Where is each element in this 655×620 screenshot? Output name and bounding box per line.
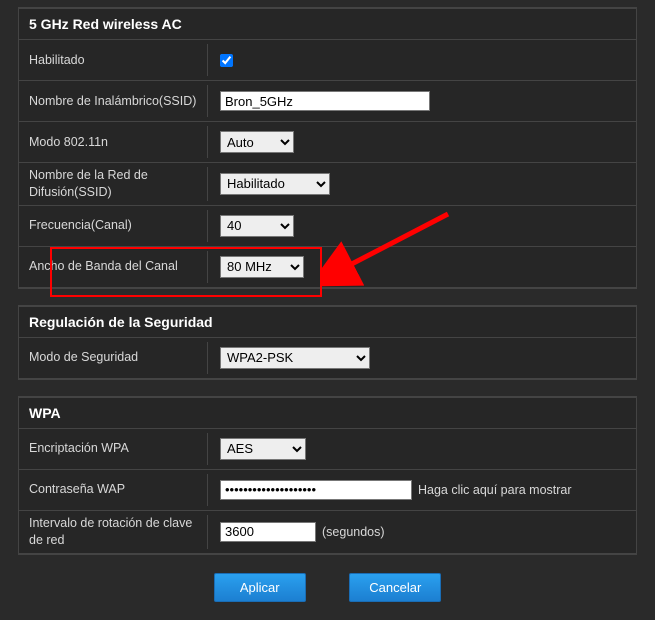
row-bandwidth: Ancho de Banda del Canal 80 MHz xyxy=(19,247,636,288)
label-bandwidth: Ancho de Banda del Canal xyxy=(19,251,208,283)
show-password-hint[interactable]: Haga clic aquí para mostrar xyxy=(418,483,572,497)
row-enabled: Habilitado xyxy=(19,40,636,81)
interval-input[interactable] xyxy=(220,522,316,542)
row-mode: Modo 802.11n Auto xyxy=(19,122,636,163)
label-mode: Modo 802.11n xyxy=(19,126,208,158)
label-secmode: Modo de Seguridad xyxy=(19,342,208,374)
password-input[interactable] xyxy=(220,480,412,500)
section-title-5ghz: 5 GHz Red wireless AC xyxy=(19,8,636,40)
channel-select[interactable]: 40 xyxy=(220,215,294,237)
encryption-select[interactable]: AES xyxy=(220,438,306,460)
label-enabled: Habilitado xyxy=(19,44,208,76)
bandwidth-select[interactable]: 80 MHz xyxy=(220,256,304,278)
security-section: Regulación de la Seguridad Modo de Segur… xyxy=(18,305,637,380)
label-channel: Frecuencia(Canal) xyxy=(19,210,208,242)
row-ssid: Nombre de Inalámbrico(SSID) xyxy=(19,81,636,122)
label-ssid: Nombre de Inalámbrico(SSID) xyxy=(19,85,208,117)
section-title-security: Regulación de la Seguridad xyxy=(19,306,636,338)
apply-button[interactable]: Aplicar xyxy=(214,573,306,602)
wpa-section: WPA Encriptación WPA AES Contraseña WAP … xyxy=(18,396,637,555)
label-broadcast: Nombre de la Red de Difusión(SSID) xyxy=(19,167,208,201)
row-channel: Frecuencia(Canal) 40 xyxy=(19,206,636,247)
row-broadcast: Nombre de la Red de Difusión(SSID) Habil… xyxy=(19,163,636,206)
row-interval: Intervalo de rotación de clave de red (s… xyxy=(19,511,636,554)
label-password: Contraseña WAP xyxy=(19,474,208,506)
row-password: Contraseña WAP Haga clic aquí para mostr… xyxy=(19,470,636,511)
cancel-button[interactable]: Cancelar xyxy=(349,573,441,602)
interval-suffix: (segundos) xyxy=(322,525,385,539)
wireless-5ghz-section: 5 GHz Red wireless AC Habilitado Nombre … xyxy=(18,7,637,289)
label-interval: Intervalo de rotación de clave de red xyxy=(19,515,208,549)
row-encryption: Encriptación WPA AES xyxy=(19,429,636,470)
row-secmode: Modo de Seguridad WPA2-PSK xyxy=(19,338,636,379)
mode-select[interactable]: Auto xyxy=(220,131,294,153)
ssid-input[interactable] xyxy=(220,91,430,111)
broadcast-select[interactable]: Habilitado xyxy=(220,173,330,195)
label-encryption: Encriptación WPA xyxy=(19,433,208,465)
secmode-select[interactable]: WPA2-PSK xyxy=(220,347,370,369)
section-title-wpa: WPA xyxy=(19,397,636,429)
footer-buttons: Aplicar Cancelar xyxy=(18,555,637,608)
enabled-checkbox[interactable] xyxy=(220,54,233,67)
